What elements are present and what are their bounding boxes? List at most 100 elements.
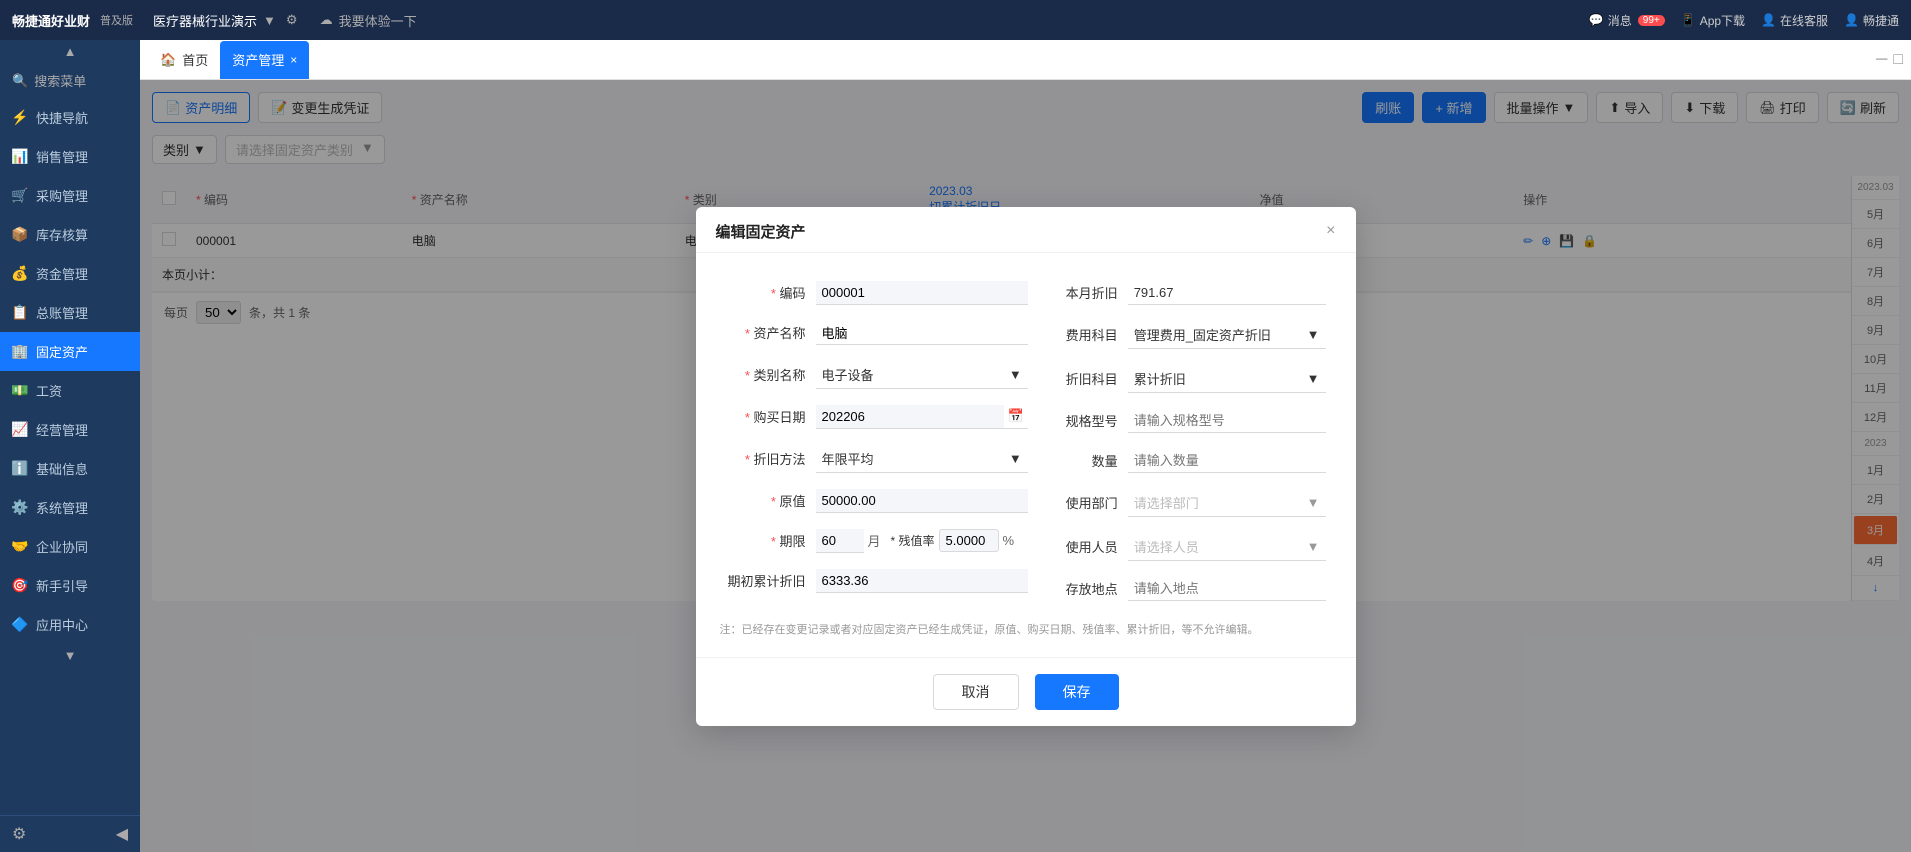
message-badge: 99+ — [1638, 15, 1665, 26]
purchase-icon: 🛒 — [12, 188, 28, 204]
quick-nav-icon: ⚡ — [12, 110, 28, 126]
personnel-select[interactable]: 请选择人员 ▼ — [1128, 533, 1326, 561]
form-row-dep-account: 折旧科目 累计折旧 ▼ — [1048, 357, 1326, 401]
sidebar-item-app-center[interactable]: 🔷 应用中心 — [0, 605, 140, 644]
location-input[interactable] — [1128, 577, 1326, 601]
service-icon: 👤 — [1761, 13, 1776, 27]
ledger-icon: 📋 — [12, 305, 28, 321]
top-bar: 畅捷通好业财 普及版 医疗器械行业演示 ▼ ⚙ ☁ 我要体验一下 💬 消息 99… — [0, 0, 1911, 40]
operations-icon: 📈 — [12, 422, 28, 438]
sidebar-item-purchase[interactable]: 🛒 采购管理 — [0, 176, 140, 215]
original-value-input[interactable] — [816, 489, 1028, 513]
chevron-down-icon: ▼ — [1009, 451, 1022, 466]
form-row-initial-dep: 期初累计折旧 — [726, 561, 1028, 601]
initial-dep-input[interactable] — [816, 569, 1028, 593]
quantity-input[interactable] — [1128, 449, 1326, 473]
app-download-btn[interactable]: 📱 App下载 — [1681, 12, 1745, 29]
system-icon: ⚙️ — [12, 500, 28, 516]
company-name: 医疗器械行业演示 — [153, 11, 257, 30]
download-icon: 📱 — [1681, 13, 1696, 27]
dep-method-label: 折旧方法 — [726, 449, 816, 468]
sidebar-item-fixed-assets[interactable]: 🏢 固定资产 — [0, 332, 140, 371]
home-icon: 🏠 — [160, 52, 176, 68]
edit-asset-modal: 编辑固定资产 × 编码 — [696, 207, 1356, 726]
form-row-purchase-date: 购买日期 📅 — [726, 397, 1028, 437]
sidebar-scroll-up[interactable]: ▲ — [0, 40, 140, 63]
tab-home[interactable]: 🏠 首页 — [148, 41, 220, 79]
avatar-icon: 👤 — [1844, 13, 1859, 27]
category-label: 类别名称 — [726, 365, 816, 384]
code-input[interactable] — [816, 281, 1028, 305]
modal-close-icon[interactable]: × — [1326, 222, 1335, 240]
period-input[interactable] — [816, 529, 864, 553]
sidebar-item-ledger[interactable]: 📋 总账管理 — [0, 293, 140, 332]
monthly-dep-input — [1128, 281, 1326, 305]
experience-btn[interactable]: 我要体验一下 — [339, 11, 417, 30]
search-icon: 🔍 — [12, 73, 28, 89]
expense-account-select[interactable]: 管理费用_固定资产折旧 ▼ — [1128, 321, 1326, 349]
spec-input[interactable] — [1128, 409, 1326, 433]
sidebar-collapse-icon[interactable]: ◀ — [116, 824, 128, 844]
category-select[interactable]: 电子设备 ▼ — [816, 361, 1028, 389]
guide-icon: 🎯 — [12, 578, 28, 594]
cancel-button[interactable]: 取消 — [933, 674, 1019, 710]
form-grid: 编码 资产名称 — [716, 273, 1336, 609]
online-service-btn[interactable]: 👤 在线客服 — [1761, 12, 1828, 29]
form-right-col: 本月折旧 费用科目 — [1038, 273, 1336, 609]
sidebar-settings-icon[interactable]: ⚙ — [12, 824, 26, 844]
sidebar-item-basic-info[interactable]: ℹ️ 基础信息 — [0, 449, 140, 488]
quantity-label: 数量 — [1048, 451, 1128, 470]
sidebar-item-guide[interactable]: 🎯 新手引导 — [0, 566, 140, 605]
app-version: 普及版 — [100, 12, 133, 28]
purchase-date-input[interactable] — [816, 405, 1004, 428]
salary-icon: 💵 — [12, 383, 28, 399]
chevron-down-icon: ▼ — [1307, 539, 1320, 554]
window-minimize-icon[interactable]: ─ — [1876, 51, 1887, 69]
sidebar: ▲ 🔍 搜索菜单 ⚡ 快捷导航 📊 销售管理 🛒 采购管理 📦 库存核算 — [0, 40, 140, 852]
sidebar-item-salary[interactable]: 💵 工资 — [0, 371, 140, 410]
dep-method-select[interactable]: 年限平均 ▼ — [816, 445, 1028, 473]
tab-close-icon[interactable]: × — [290, 53, 297, 67]
department-select[interactable]: 请选择部门 ▼ — [1128, 489, 1326, 517]
residual-rate-input[interactable] — [939, 529, 999, 552]
tab-asset-management[interactable]: 资产管理 × — [220, 41, 309, 79]
modal-body: 编码 资产名称 — [696, 253, 1356, 657]
chevron-down-icon[interactable]: ▼ — [263, 13, 276, 28]
page-content: 📄 资产明细 📝 变更生成凭证 刷账 + 新增 — [140, 80, 1911, 852]
sidebar-item-operations[interactable]: 📈 经营管理 — [0, 410, 140, 449]
sidebar-item-sales[interactable]: 📊 销售管理 — [0, 137, 140, 176]
settings-icon[interactable]: ⚙ — [286, 12, 298, 28]
top-bar-left: 畅捷通好业财 普及版 — [12, 11, 133, 30]
form-row-dep-method: 折旧方法 年限平均 ▼ — [726, 437, 1028, 481]
form-row-expense-account: 费用科目 管理费用_固定资产折旧 ▼ — [1048, 313, 1326, 357]
name-input[interactable] — [816, 321, 1028, 345]
sidebar-item-system[interactable]: ⚙️ 系统管理 — [0, 488, 140, 527]
save-button[interactable]: 保存 — [1035, 674, 1119, 710]
window-maximize-icon[interactable]: □ — [1893, 51, 1903, 69]
sidebar-item-quick-nav[interactable]: ⚡ 快捷导航 — [0, 98, 140, 137]
sidebar-search[interactable]: 🔍 搜索菜单 — [0, 63, 140, 98]
sidebar-scroll-down[interactable]: ▼ — [0, 644, 140, 667]
dep-account-label: 折旧科目 — [1048, 369, 1128, 388]
sidebar-item-inventory[interactable]: 📦 库存核算 — [0, 215, 140, 254]
form-row-department: 使用部门 请选择部门 ▼ — [1048, 481, 1326, 525]
sidebar-item-enterprise[interactable]: 🤝 企业协同 — [0, 527, 140, 566]
form-row-category: 类别名称 电子设备 ▼ — [726, 353, 1028, 397]
finance-icon: 💰 — [12, 266, 28, 282]
tab-bar: 🏠 首页 资产管理 × ─ □ — [140, 40, 1911, 80]
app-container: 畅捷通好业财 普及版 医疗器械行业演示 ▼ ⚙ ☁ 我要体验一下 💬 消息 99… — [0, 0, 1911, 852]
sidebar-item-finance[interactable]: 💰 资金管理 — [0, 254, 140, 293]
sidebar-bottom: ⚙ ◀ — [0, 815, 140, 852]
message-btn[interactable]: 💬 消息 99+ — [1589, 12, 1665, 29]
enterprise-icon: 🤝 — [12, 539, 28, 555]
form-row-period: 期限 月 * 残值率 % — [726, 521, 1028, 561]
form-row-spec: 规格型号 — [1048, 401, 1326, 441]
initial-dep-label: 期初累计折旧 — [726, 571, 816, 590]
location-label: 存放地点 — [1048, 579, 1128, 598]
period-label: 期限 — [726, 531, 816, 550]
dep-account-select[interactable]: 累计折旧 ▼ — [1128, 365, 1326, 393]
chevron-down-icon: ▼ — [1307, 371, 1320, 386]
user-avatar[interactable]: 👤 畅捷通 — [1844, 12, 1899, 29]
expense-account-label: 费用科目 — [1048, 325, 1128, 344]
calendar-icon[interactable]: 📅 — [1004, 408, 1028, 424]
